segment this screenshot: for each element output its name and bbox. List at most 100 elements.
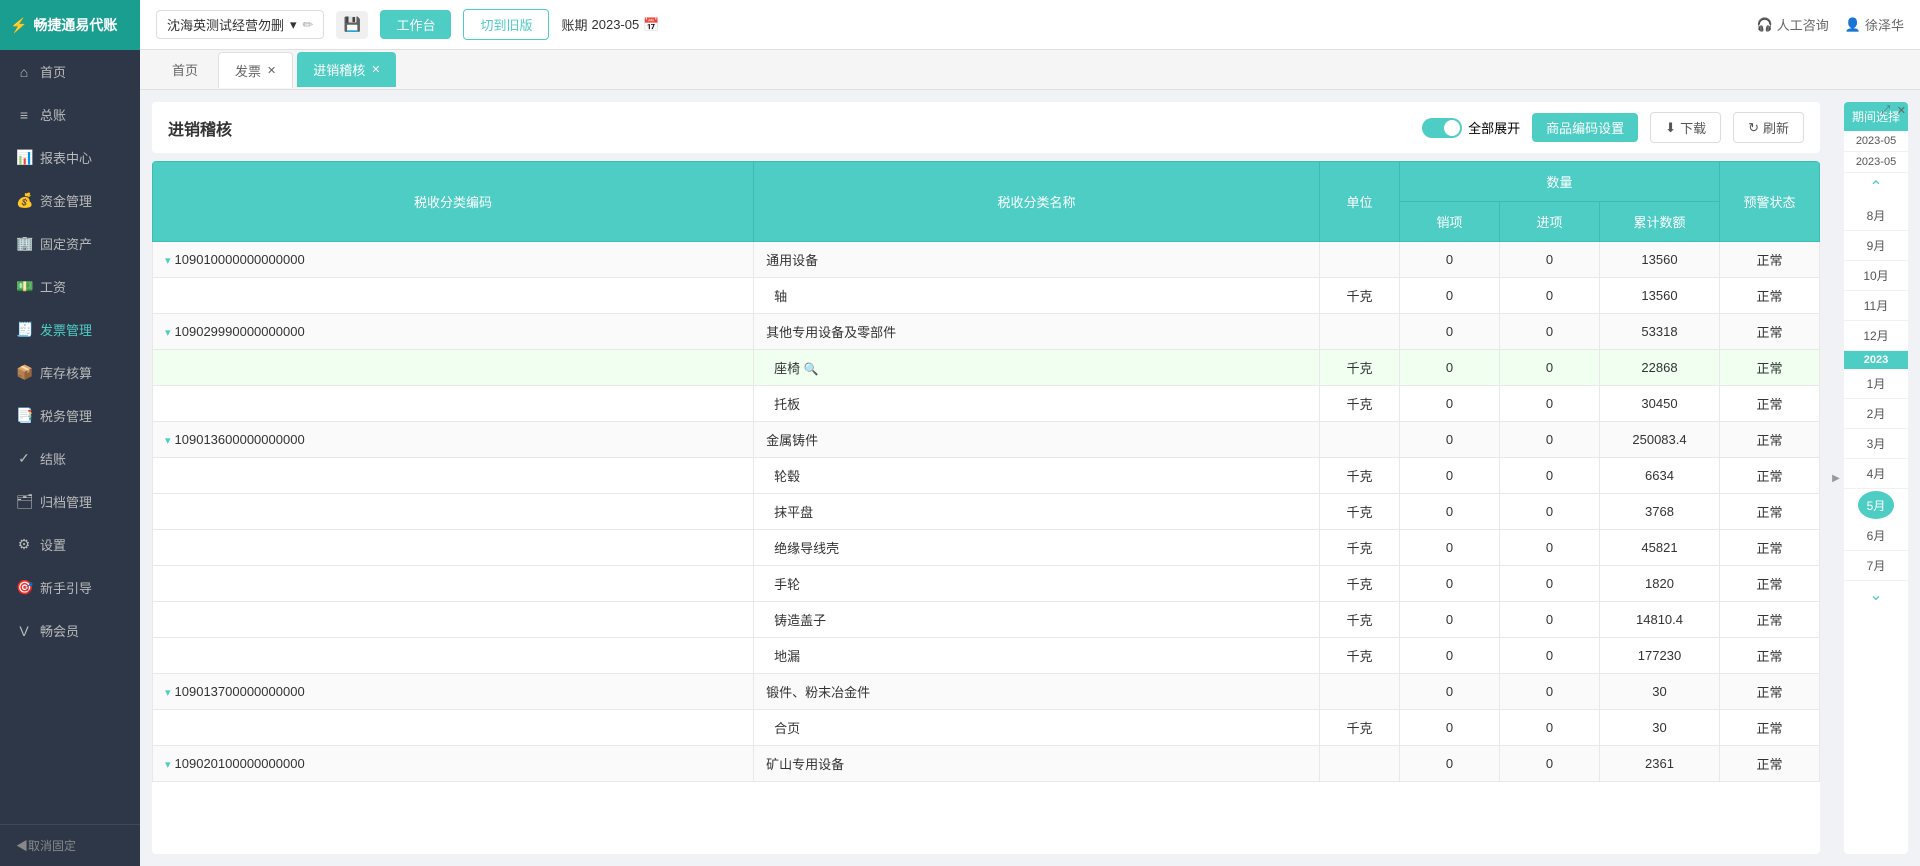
total-cell: 22868	[1600, 350, 1720, 386]
period-6[interactable]: 6月	[1844, 521, 1908, 551]
total-cell: 30450	[1600, 386, 1720, 422]
sidebar-item-reports[interactable]: 📊 报表中心	[0, 136, 140, 179]
period-1[interactable]: 1月	[1844, 369, 1908, 399]
tab-invoice[interactable]: 发票 ✕	[218, 52, 293, 88]
period-11[interactable]: 11月	[1844, 291, 1908, 321]
purchase-cell: 0	[1500, 458, 1600, 494]
period-2023-05-second[interactable]: 2023-05	[1844, 152, 1908, 173]
sale-cell: 0	[1400, 602, 1500, 638]
expand-icon[interactable]: ▾	[165, 759, 171, 771]
panel-collapse-btn[interactable]: ▶	[1828, 102, 1844, 854]
sidebar-item-inventory[interactable]: 📦 库存核算	[0, 351, 140, 394]
sale-cell: 0	[1400, 278, 1500, 314]
warning-cell: 正常	[1720, 710, 1820, 746]
period-9[interactable]: 9月	[1844, 231, 1908, 261]
period-4[interactable]: 4月	[1844, 459, 1908, 489]
tax-code-cell	[153, 350, 754, 386]
product-code-button[interactable]: 商品编码设置	[1532, 113, 1638, 142]
period-3[interactable]: 3月	[1844, 429, 1908, 459]
unit-cell	[1320, 674, 1400, 710]
tax-name-cell: 锻件、粉末冶金件	[754, 674, 1320, 710]
expand-icon[interactable]: ▾	[165, 435, 171, 447]
sidebar-item-funds[interactable]: 💰 资金管理	[0, 179, 140, 222]
warning-cell: 正常	[1720, 602, 1820, 638]
table-row: 轴 千克 0 0 13560 正常	[153, 278, 1820, 314]
funds-icon: 💰	[16, 192, 32, 209]
sale-cell: 0	[1400, 530, 1500, 566]
sidebar-item-salary[interactable]: 💵 工资	[0, 265, 140, 308]
tab-reconciliation-close[interactable]: ✕	[371, 63, 380, 76]
period-up-nav[interactable]: ⌃	[1844, 173, 1908, 201]
period-panel: ✕ ⤢ 期间选择 2023-05 2023-05 ⌃ 8月 9月 10月 11月…	[1844, 102, 1908, 854]
total-cell: 6634	[1600, 458, 1720, 494]
period-2[interactable]: 2月	[1844, 399, 1908, 429]
tax-name-cell: 抹平盘	[754, 494, 1320, 530]
tax-name-cell: 地漏	[754, 638, 1320, 674]
right-side: ▶ ✕ ⤢ 期间选择 2023-05 2023-05 ⌃ 8月 9月 10月 1…	[1828, 102, 1908, 854]
table-row: ▾109020100000000000 矿山专用设备 0 0 2361 正常	[153, 746, 1820, 782]
sidebar-item-invoice[interactable]: 🧾 发票管理	[0, 308, 140, 351]
sidebar-item-close-accounts[interactable]: ✓ 结账	[0, 437, 140, 480]
refresh-label: 刷新	[1763, 118, 1789, 137]
chevron-down-icon: ▾	[290, 17, 297, 33]
tab-reconciliation[interactable]: 进销稽核 ✕	[297, 52, 396, 87]
toggle-switch-control[interactable]	[1422, 118, 1462, 138]
download-button[interactable]: ⬇ 下载	[1650, 112, 1721, 143]
workbench-button[interactable]: 工作台	[380, 10, 451, 39]
sale-cell: 0	[1400, 242, 1500, 278]
switch-old-button[interactable]: 切到旧版	[463, 9, 549, 40]
warning-cell: 正常	[1720, 386, 1820, 422]
purchase-cell: 0	[1500, 278, 1600, 314]
period-5-active[interactable]: 5月	[1858, 491, 1894, 519]
sale-cell: 0	[1400, 710, 1500, 746]
unit-cell	[1320, 422, 1400, 458]
table-row: ▾109013600000000000 金属铸件 0 0 250083.4 正常	[153, 422, 1820, 458]
expand-icon[interactable]: ▾	[165, 255, 171, 267]
sidebar-item-ledger[interactable]: ≡ 总账	[0, 93, 140, 136]
user-menu[interactable]: 👤 徐泽华	[1845, 15, 1904, 34]
sidebar-item-settings[interactable]: ⚙ 设置	[0, 523, 140, 566]
period-12[interactable]: 12月	[1844, 321, 1908, 351]
total-cell: 13560	[1600, 242, 1720, 278]
company-selector[interactable]: 沈海英测试经营勿删 ▾ ✏	[156, 10, 324, 39]
logo-icon: ⚡	[10, 17, 27, 34]
unit-cell	[1320, 314, 1400, 350]
period-8[interactable]: 8月	[1844, 201, 1908, 231]
period-display: 账期 2023-05 📅	[561, 15, 659, 34]
home-icon: ⌂	[16, 64, 32, 80]
panel-close-button[interactable]: ✕	[1897, 104, 1906, 117]
warning-cell: 正常	[1720, 278, 1820, 314]
refresh-button[interactable]: ↻ 刷新	[1733, 112, 1804, 143]
calendar-icon[interactable]: 📅	[643, 17, 659, 33]
unpin-button[interactable]: ◀取消固定	[0, 824, 140, 866]
period-10[interactable]: 10月	[1844, 261, 1908, 291]
refresh-icon: ↻	[1748, 120, 1759, 136]
tab-invoice-close[interactable]: ✕	[267, 64, 276, 77]
tax-code-cell: ▾109013700000000000	[153, 674, 754, 710]
header-right: 🎧 人工咨询 👤 徐泽华	[1757, 15, 1904, 34]
expand-toggle[interactable]: 全部展开	[1422, 118, 1520, 138]
sidebar-item-guide[interactable]: 🎯 新手引导	[0, 566, 140, 609]
save-icon[interactable]: 💾	[336, 11, 368, 39]
period-down-nav[interactable]: ⌄	[1844, 581, 1908, 609]
expand-icon[interactable]: ▾	[165, 327, 171, 339]
period-7[interactable]: 7月	[1844, 551, 1908, 581]
support-button[interactable]: 🎧 人工咨询	[1757, 15, 1829, 34]
sidebar-item-assets[interactable]: 🏢 固定资产	[0, 222, 140, 265]
period-2023-05-top[interactable]: 2023-05	[1844, 131, 1908, 152]
sidebar-label-assets: 固定资产	[40, 234, 92, 253]
tax-code-cell	[153, 278, 754, 314]
sidebar-item-archive[interactable]: 🗂 归档管理	[0, 480, 140, 523]
sidebar-item-member[interactable]: V 畅会员	[0, 609, 140, 652]
expand-icon[interactable]: ▾	[165, 687, 171, 699]
sidebar-item-home[interactable]: ⌂ 首页	[0, 50, 140, 93]
total-cell: 1820	[1600, 566, 1720, 602]
panel-expand-button[interactable]: ⤢	[1881, 104, 1890, 117]
tax-name-cell: 矿山专用设备	[754, 746, 1320, 782]
table-row: 地漏 千克 0 0 177230 正常	[153, 638, 1820, 674]
sale-cell: 0	[1400, 386, 1500, 422]
total-cell: 2361	[1600, 746, 1720, 782]
sidebar-item-tax[interactable]: 📑 税务管理	[0, 394, 140, 437]
tab-home[interactable]: 首页	[156, 52, 214, 87]
unit-cell	[1320, 746, 1400, 782]
